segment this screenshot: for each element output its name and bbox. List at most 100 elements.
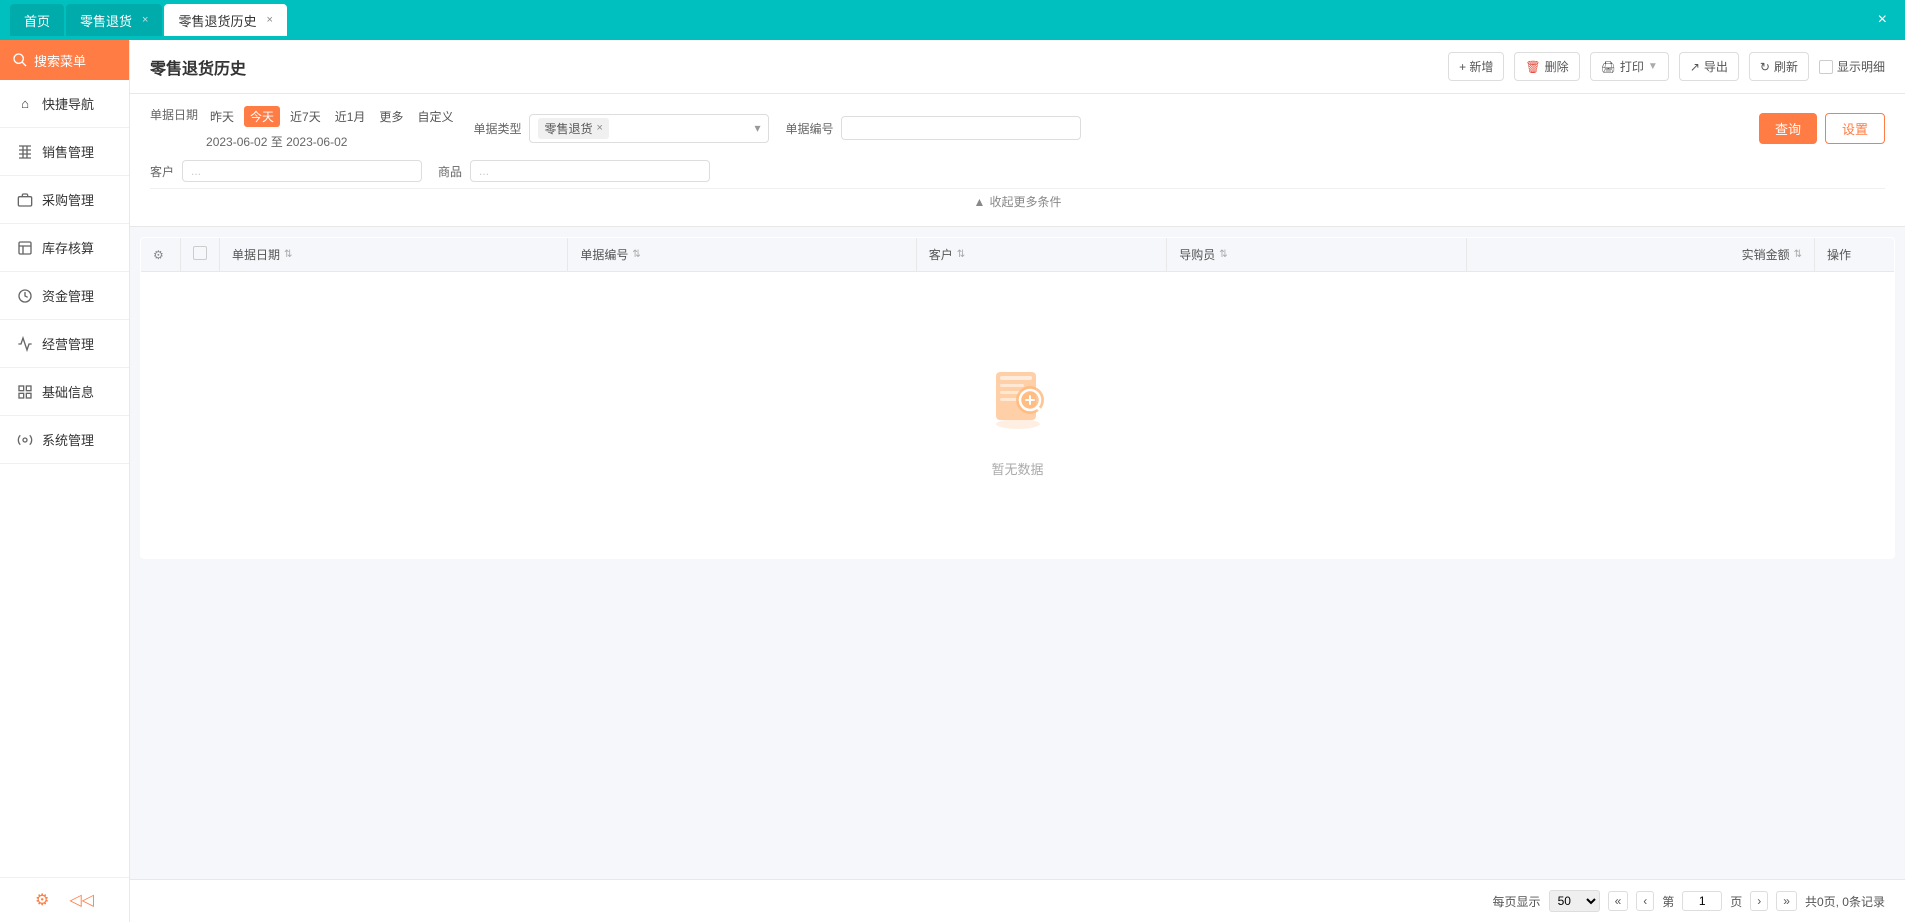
page-label: 第 bbox=[1662, 893, 1674, 910]
filter-area: 单据日期 昨天 今天 近7天 近1月 更多 自定义 2023-06-02 至 2… bbox=[130, 94, 1905, 227]
date-opt-today[interactable]: 今天 bbox=[244, 106, 280, 127]
purchase-icon bbox=[16, 191, 34, 209]
export-icon: ↗ bbox=[1690, 60, 1700, 74]
col-customer-label: 客户 bbox=[929, 246, 953, 263]
tab-list: 首页 零售退货 × 零售退货历史 × bbox=[10, 4, 1870, 36]
table-header: ⚙ 单据日期 ⇅ 单据编号 bbox=[141, 238, 1895, 272]
per-page-select[interactable]: 50 10 20 100 bbox=[1549, 890, 1600, 912]
date-opt-1month[interactable]: 近1月 bbox=[331, 106, 370, 127]
page-first-button[interactable]: « bbox=[1608, 891, 1629, 911]
add-button[interactable]: + 新增 bbox=[1448, 52, 1504, 81]
col-guide[interactable]: 导购员 ⇅ bbox=[1167, 238, 1466, 272]
sidebar-item-system-mgmt[interactable]: 系统管理 bbox=[0, 416, 129, 464]
tab-home[interactable]: 首页 bbox=[10, 4, 64, 36]
col-customer-sort[interactable]: 客户 ⇅ bbox=[929, 246, 1154, 263]
refresh-button[interactable]: ↻ 刷新 bbox=[1749, 52, 1809, 81]
type-filter-label: 单据类型 bbox=[473, 120, 521, 137]
type-tag-close[interactable]: × bbox=[596, 122, 602, 134]
sidebar-item-inventory-label: 库存核算 bbox=[42, 238, 94, 257]
header-checkbox[interactable] bbox=[193, 246, 207, 260]
customer-filter-input[interactable]: ... bbox=[182, 160, 422, 182]
date-opt-7days[interactable]: 近7天 bbox=[286, 106, 325, 127]
date-opt-yesterday[interactable]: 昨天 bbox=[206, 106, 238, 127]
collapse-icon: ▲ bbox=[974, 195, 986, 209]
empty-state: 暂无数据 bbox=[141, 272, 1894, 558]
system-icon bbox=[16, 431, 34, 449]
col-amount[interactable]: 实销金额 ⇅ bbox=[1466, 238, 1814, 272]
sidebar-search-label: 搜索菜单 bbox=[34, 51, 86, 70]
delete-label: 删除 bbox=[1545, 58, 1569, 75]
sidebar-search[interactable]: 搜索菜单 bbox=[0, 40, 129, 80]
refresh-label: 刷新 bbox=[1774, 58, 1798, 75]
filter-row-2: 客户 ... 商品 ... bbox=[150, 160, 1885, 182]
query-button[interactable]: 查询 bbox=[1759, 113, 1817, 144]
type-tag-retail-return: 零售退货 × bbox=[538, 118, 608, 139]
sidebar-item-finance-label: 资金管理 bbox=[42, 286, 94, 305]
type-tag-label: 零售退货 bbox=[544, 120, 592, 137]
page-header: 零售退货历史 + 新增 🗑 删除 🖨 打印 ▼ ↗ 导出 bbox=[130, 40, 1905, 94]
col-number-label: 单据编号 bbox=[580, 246, 628, 263]
delete-button[interactable]: 🗑 删除 bbox=[1514, 52, 1579, 81]
window-close-button[interactable]: × bbox=[1870, 7, 1895, 33]
top-bar: 首页 零售退货 × 零售退货历史 × × bbox=[0, 0, 1905, 40]
date-options-wrap: 昨天 今天 近7天 近1月 更多 自定义 2023-06-02 至 2023-0… bbox=[206, 106, 457, 150]
page-number-input[interactable] bbox=[1682, 891, 1722, 911]
date-options: 昨天 今天 近7天 近1月 更多 自定义 bbox=[206, 106, 457, 127]
sidebar-item-finance[interactable]: 资金管理 bbox=[0, 272, 129, 320]
col-number-sort[interactable]: 单据编号 ⇅ bbox=[580, 246, 903, 263]
sidebar-item-quick-nav[interactable]: ⌂ 快捷导航 bbox=[0, 80, 129, 128]
export-button[interactable]: ↗ 导出 bbox=[1679, 52, 1739, 81]
tab-retail-return[interactable]: 零售退货 × bbox=[66, 4, 162, 36]
date-opt-more[interactable]: 更多 bbox=[375, 106, 407, 127]
tab-retail-return-history-close[interactable]: × bbox=[266, 14, 272, 26]
tab-retail-return-close[interactable]: × bbox=[142, 14, 148, 26]
filter-row-1: 单据日期 昨天 今天 近7天 近1月 更多 自定义 2023-06-02 至 2… bbox=[150, 106, 1885, 150]
sidebar-item-sales-mgmt[interactable]: 销售管理 bbox=[0, 128, 129, 176]
sidebar: 搜索菜单 ⌂ 快捷导航 销售管理 采购管理 库存核算 bbox=[0, 40, 130, 922]
show-detail-label: 显示明细 bbox=[1837, 58, 1885, 75]
goods-filter-label: 商品 bbox=[438, 163, 462, 180]
filter-collapse[interactable]: ▲ 收起更多条件 bbox=[150, 188, 1885, 214]
date-opt-custom[interactable]: 自定义 bbox=[413, 106, 457, 127]
col-date[interactable]: 单据日期 ⇅ bbox=[220, 238, 568, 272]
export-label: 导出 bbox=[1704, 58, 1728, 75]
settings-icon[interactable]: ⚙ bbox=[35, 890, 49, 910]
table-wrap: ⚙ 单据日期 ⇅ 单据编号 bbox=[130, 227, 1905, 879]
col-amount-sort[interactable]: 实销金额 ⇅ bbox=[1479, 246, 1802, 263]
col-action-label: 操作 bbox=[1827, 248, 1851, 262]
tab-home-label: 首页 bbox=[24, 11, 50, 30]
sidebar-item-inventory[interactable]: 库存核算 bbox=[0, 224, 129, 272]
type-filter-tags[interactable]: 零售退货 × ▾ bbox=[529, 114, 769, 143]
tab-retail-return-history[interactable]: 零售退货历史 × bbox=[164, 4, 286, 36]
type-filter-chevron: ▾ bbox=[754, 121, 760, 135]
number-filter-group: 单据编号 bbox=[785, 116, 1081, 140]
page-prev-button[interactable]: ‹ bbox=[1636, 891, 1654, 911]
data-table: ⚙ 单据日期 ⇅ 单据编号 bbox=[140, 237, 1895, 559]
page-next-button[interactable]: › bbox=[1750, 891, 1768, 911]
print-button[interactable]: 🖨 打印 ▼ bbox=[1590, 52, 1669, 81]
volume-icon[interactable]: ◁◁ bbox=[69, 890, 94, 910]
show-detail-checkbox[interactable] bbox=[1819, 60, 1833, 74]
refresh-icon: ↻ bbox=[1760, 60, 1770, 74]
col-date-sort[interactable]: 单据日期 ⇅ bbox=[232, 246, 555, 263]
date-filter-group: 单据日期 昨天 今天 近7天 近1月 更多 自定义 2023-06-02 至 2… bbox=[150, 106, 457, 150]
sidebar-item-basic-info[interactable]: 基础信息 bbox=[0, 368, 129, 416]
sidebar-item-sales-mgmt-label: 销售管理 bbox=[42, 142, 94, 161]
gear-icon[interactable]: ⚙ bbox=[153, 248, 164, 262]
sidebar-item-purchase-mgmt[interactable]: 采购管理 bbox=[0, 176, 129, 224]
goods-filter-input[interactable]: ... bbox=[470, 160, 710, 182]
number-filter-input[interactable] bbox=[841, 116, 1081, 140]
sidebar-item-operation[interactable]: 经营管理 bbox=[0, 320, 129, 368]
total-info: 共0页, 0条记录 bbox=[1805, 893, 1885, 910]
col-number[interactable]: 单据编号 ⇅ bbox=[568, 238, 916, 272]
col-guide-sort[interactable]: 导购员 ⇅ bbox=[1179, 246, 1453, 263]
sidebar-item-system-mgmt-label: 系统管理 bbox=[42, 430, 94, 449]
page-last-button[interactable]: » bbox=[1776, 891, 1797, 911]
col-customer[interactable]: 客户 ⇅ bbox=[916, 238, 1166, 272]
sidebar-item-purchase-mgmt-label: 采购管理 bbox=[42, 190, 94, 209]
col-gear[interactable]: ⚙ bbox=[141, 238, 181, 272]
show-detail-wrap: 显示明细 bbox=[1819, 58, 1885, 75]
sidebar-item-quick-nav-label: 快捷导航 bbox=[42, 94, 94, 113]
set-button[interactable]: 设置 bbox=[1825, 113, 1885, 144]
sort-date-icon: ⇅ bbox=[284, 249, 292, 260]
